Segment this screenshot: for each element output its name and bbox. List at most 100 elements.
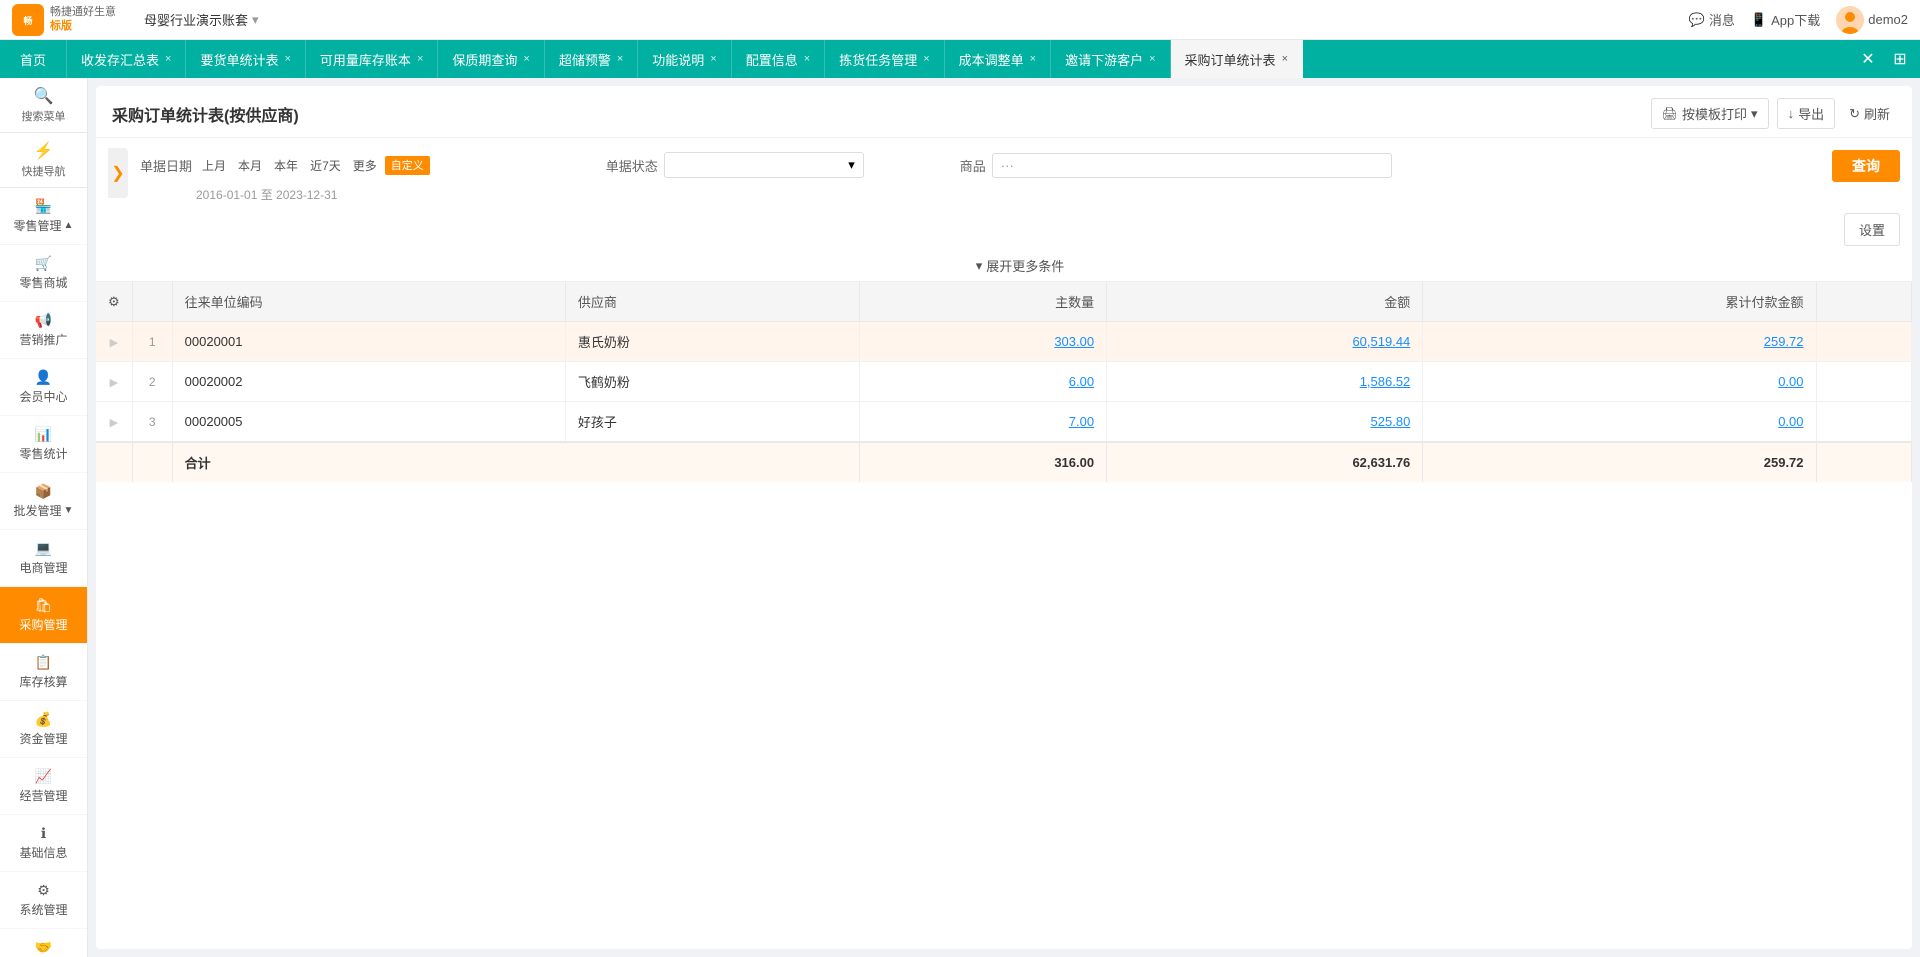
cell-main-qty-3[interactable]: 7.00 (859, 402, 1106, 443)
date-custom-tag[interactable]: 自定义 (385, 156, 430, 175)
close-icon[interactable]: × (804, 53, 810, 65)
chevron-down-icon: ▾ (252, 12, 259, 28)
expand-more-button[interactable]: ▾ 展开更多条件 (976, 256, 1065, 275)
row-expand-icon[interactable]: ▶ (110, 337, 118, 349)
tab-cost-adjust[interactable]: 成本调整单 × (945, 40, 1051, 78)
tab-goods-stats[interactable]: 要货单统计表 × (186, 40, 305, 78)
cell-main-qty-1[interactable]: 303.00 (859, 322, 1106, 362)
close-icon[interactable]: × (165, 53, 171, 65)
settings-button[interactable]: 设置 (1844, 213, 1900, 246)
date-shortcut-this-year[interactable]: 本年 (270, 156, 302, 175)
sidebar-item-system-mgmt[interactable]: ⚙ 系统管理 (0, 872, 87, 929)
close-icon[interactable]: × (617, 53, 623, 65)
tab-config-info[interactable]: 配置信息 × (732, 40, 825, 78)
tab-purchase-stats[interactable]: 采购订单统计表 × (1171, 40, 1303, 78)
column-settings[interactable]: ⚙ (96, 282, 132, 322)
row-expand-2[interactable]: ▶ (96, 362, 132, 402)
cell-supplier-code-1: 00020001 (172, 322, 565, 362)
sidebar-search[interactable]: 🔍 搜索菜单 (0, 78, 87, 133)
tab-receive-summary[interactable]: 收发存汇总表 × (67, 40, 186, 78)
date-range-text: 2016-01-01 至 2023-12-31 (196, 186, 337, 203)
date-shortcut-more[interactable]: 更多 (349, 156, 381, 175)
column-supplier-code: 往来单位编码 (172, 282, 565, 322)
sidebar-item-finance-mgmt[interactable]: 💰 资金管理 (0, 701, 87, 758)
tab-overstock[interactable]: 超储预警 × (545, 40, 638, 78)
close-icon[interactable]: × (1282, 53, 1288, 65)
close-icon[interactable]: × (923, 53, 929, 65)
quick-nav-icon: ⚡ (34, 141, 54, 161)
column-settings-icon[interactable]: ⚙ (108, 294, 120, 309)
tabs-restore-button[interactable]: ⊞ (1888, 47, 1912, 71)
row-expand-3[interactable]: ▶ (96, 402, 132, 443)
close-icon[interactable]: × (523, 53, 529, 65)
close-icon[interactable]: × (710, 53, 716, 65)
sidebar-item-purchase-mgmt[interactable]: 🛍 采购管理 (0, 587, 87, 644)
date-shortcut-this-month[interactable]: 本月 (234, 156, 266, 175)
sidebar-item-marketing[interactable]: 📢 营销推广 (0, 302, 87, 359)
sidebar-item-retail-stats[interactable]: 📊 零售统计 (0, 416, 87, 473)
goods-input[interactable]: ··· (992, 153, 1392, 178)
tabs-close-button[interactable]: ✕ (1856, 47, 1880, 71)
close-icon[interactable]: × (1030, 53, 1036, 65)
row-expand-icon-2[interactable]: ▶ (110, 377, 118, 389)
cell-paid-amount-3[interactable]: 0.00 (1423, 402, 1816, 443)
cell-supplier-name-3: 好孩子 (565, 402, 859, 443)
enterprise-icon: 🤝 (35, 939, 52, 956)
sidebar-item-enterprise-collab[interactable]: 🤝 企业协同 (0, 929, 87, 957)
tab-available-stock[interactable]: 可用量库存账本 × (306, 40, 438, 78)
query-button[interactable]: 查询 (1832, 150, 1900, 182)
cell-supplier-code-3: 00020005 (172, 402, 565, 443)
finance-icon: 💰 (35, 711, 52, 728)
sidebar-item-operations[interactable]: 📈 经营管理 (0, 758, 87, 815)
workspace-selector[interactable]: 母婴行业演示账套 ▾ (144, 10, 259, 29)
date-shortcut-last-month[interactable]: 上月 (198, 156, 230, 175)
export-button[interactable]: ↓ 导出 (1777, 98, 1836, 129)
date-shortcut-7days[interactable]: 近7天 (306, 156, 345, 175)
retail-mgmt-label: 零售管理 (14, 217, 62, 234)
status-select[interactable]: ▾ (664, 152, 864, 178)
cell-amount-1[interactable]: 60,519.44 (1107, 322, 1423, 362)
purchase-mgmt-icon: 🛍 (35, 597, 53, 614)
print-button[interactable]: 🖨 按模板打印 ▾ (1651, 98, 1769, 129)
cell-amount-3[interactable]: 525.80 (1107, 402, 1423, 443)
page-header: 采购订单统计表(按供应商) 🖨 按模板打印 ▾ ↓ 导出 ↻ 刷新 (96, 86, 1912, 138)
tab-pick-task[interactable]: 拣货任务管理 × (825, 40, 944, 78)
filter-collapse-button[interactable]: ❯ (108, 148, 128, 198)
refresh-button[interactable]: ↻ 刷新 (1843, 99, 1896, 128)
row-expand-icon-3[interactable]: ▶ (110, 417, 118, 429)
member-label: 会员中心 (19, 388, 67, 405)
tab-function-desc[interactable]: 功能说明 × (638, 40, 731, 78)
logo-area: 畅 畅捷通好生意 标版 (12, 4, 116, 36)
cell-main-qty-2[interactable]: 6.00 (859, 362, 1106, 402)
date-filter: 单据日期 上月 本月 本年 近7天 更多 自定义 (140, 156, 430, 175)
app-download-button[interactable]: 📱 App下载 (1751, 10, 1820, 29)
row-num-3: 3 (132, 402, 172, 443)
message-button[interactable]: 💬 消息 (1689, 10, 1735, 29)
sidebar-item-basic-info[interactable]: ℹ 基础信息 (0, 815, 87, 872)
close-icon[interactable]: × (284, 53, 290, 65)
close-icon[interactable]: × (417, 53, 423, 65)
tab-invite-downstream[interactable]: 邀请下游客户 × (1051, 40, 1170, 78)
cell-paid-amount-1[interactable]: 259.72 (1423, 322, 1816, 362)
sidebar-item-inventory-check[interactable]: 📋 库存核算 (0, 644, 87, 701)
workspace-name: 母婴行业演示账套 (144, 10, 248, 29)
tab-home[interactable]: 首页 (0, 40, 67, 78)
cell-amount-2[interactable]: 1,586.52 (1107, 362, 1423, 402)
sidebar-item-retail-mgmt[interactable]: 🏪 零售管理 ▲ (0, 188, 87, 245)
row-expand-1[interactable]: ▶ (96, 322, 132, 362)
goods-more-icon[interactable]: ··· (1001, 158, 1014, 173)
user-menu[interactable]: demo2 (1836, 6, 1908, 34)
cell-paid-amount-2[interactable]: 0.00 (1423, 362, 1816, 402)
sidebar-item-quick-nav[interactable]: ⚡ 快捷导航 (0, 133, 87, 188)
sidebar-item-wholesale-mgmt[interactable]: 📦 批发管理 ▼ (0, 473, 87, 530)
tab-warranty[interactable]: 保质期查询 × (438, 40, 544, 78)
expand-icon: ▲ (64, 220, 74, 231)
inventory-check-label: 库存核算 (19, 673, 67, 690)
table-row: ▶ 2 00020002 飞鹤奶粉 6.00 1,586.52 0.00 (96, 362, 1912, 402)
inventory-icon: 📋 (35, 654, 52, 671)
sidebar-item-ecommerce[interactable]: 💻 电商管理 (0, 530, 87, 587)
close-icon[interactable]: × (1149, 53, 1155, 65)
sidebar-item-retail-shop[interactable]: 🛒 零售商城 (0, 245, 87, 302)
message-icon: 💬 (1689, 12, 1705, 28)
sidebar-item-member-center[interactable]: 👤 会员中心 (0, 359, 87, 416)
